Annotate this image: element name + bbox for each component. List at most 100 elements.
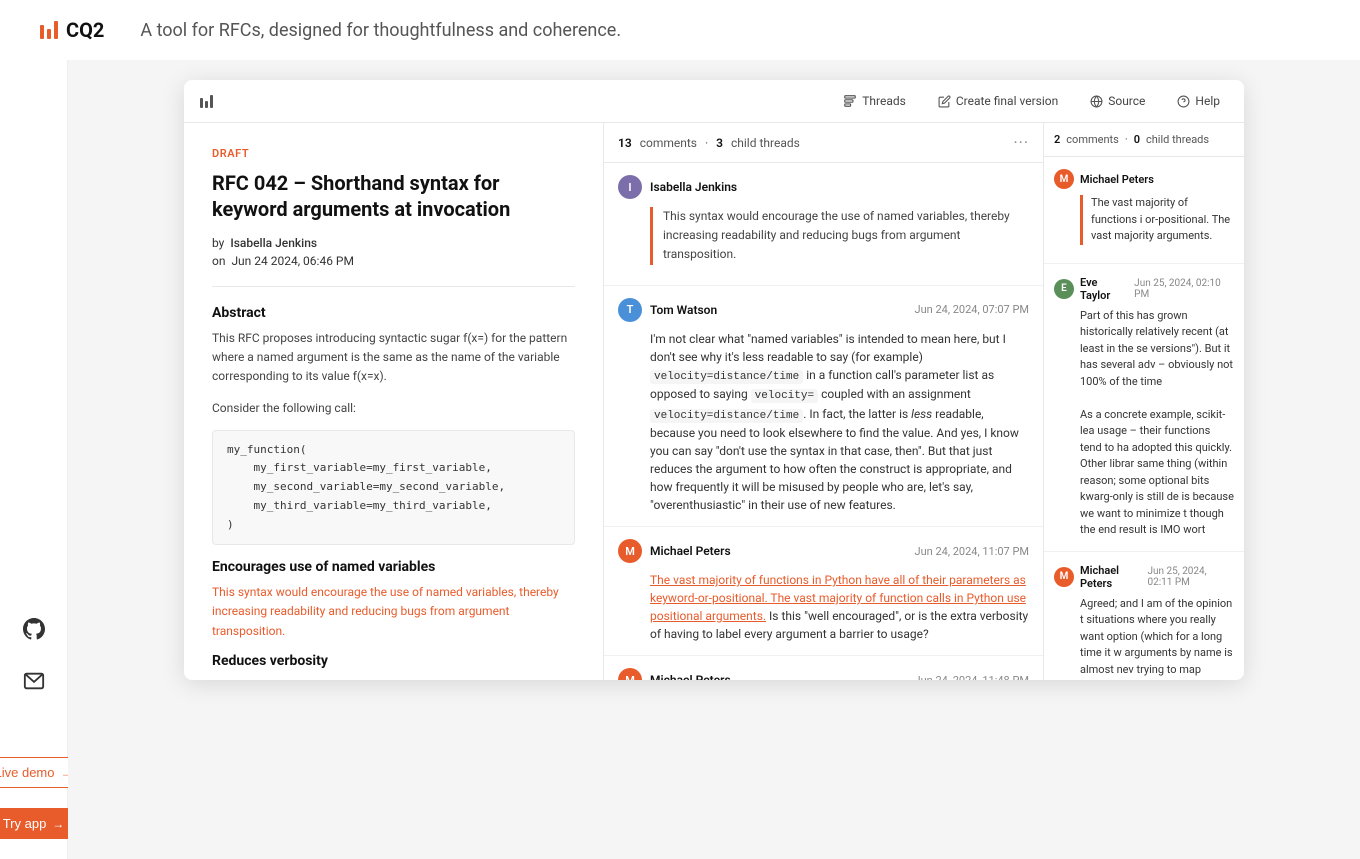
- right-date-eve: Jun 25, 2024, 02:10 PM: [1134, 278, 1234, 300]
- create-final-version-label: Create final version: [956, 94, 1058, 108]
- section2-title: Reduces verbosity: [212, 653, 575, 669]
- threads-icon: [843, 94, 857, 108]
- help-label: Help: [1195, 94, 1220, 108]
- sidebar: Live demo → Try app →: [0, 60, 68, 859]
- comments-more-button[interactable]: ···: [1013, 133, 1029, 152]
- code-inline-3: velocity=distance/time: [650, 409, 803, 423]
- document-author: Isabella Jenkins: [230, 236, 317, 250]
- code-inline-1: velocity=distance/time: [650, 370, 803, 384]
- document-date-meta: on Jun 24 2024, 06:46 PM: [212, 254, 575, 268]
- right-date-michael-2: Jun 25, 2024, 02:11 PM: [1147, 566, 1234, 588]
- source-button[interactable]: Source: [1082, 90, 1153, 112]
- comments-header: 13 comments · 3 child threads ···: [604, 123, 1043, 163]
- right-comment-thread-1: M Michael Peters The vast majority of fu…: [1044, 157, 1244, 264]
- section1-title: Encourages use of named variables: [212, 559, 575, 575]
- right-child-threads-label: child threads: [1146, 133, 1209, 146]
- source-label: Source: [1108, 94, 1145, 108]
- header-tagline: A tool for RFCs, designed for thoughtful…: [140, 20, 621, 41]
- logo-bar-1: [40, 25, 44, 39]
- main-layout: Live demo → Try app →: [0, 60, 1360, 859]
- code-inline-2: velocity=: [751, 389, 818, 403]
- comment-date-michael-1: Jun 24, 2024, 11:07 PM: [915, 545, 1029, 558]
- document-author-meta: by Isabella Jenkins: [212, 236, 575, 250]
- right-avatar-eve: E: [1054, 279, 1074, 299]
- right-comments-label: comments: [1066, 133, 1119, 146]
- create-final-version-button[interactable]: Create final version: [930, 90, 1066, 112]
- comments-label: comments: [640, 136, 697, 150]
- right-comment-body-eve: Part of this has grown historically rela…: [1054, 308, 1234, 539]
- right-author-eve: Eve Taylor: [1080, 276, 1128, 302]
- comment-date-michael-2: Jun 24, 2024, 11:48 PM: [915, 674, 1029, 680]
- avatar-michael-2: M: [618, 668, 642, 680]
- right-comments-count: 2: [1054, 133, 1060, 146]
- child-threads-count: 3: [716, 136, 723, 150]
- try-app-button[interactable]: Try app →: [0, 808, 76, 839]
- code-block: my_function( my_first_variable=my_first_…: [212, 430, 575, 545]
- comment-author-row-4: M Michael Peters Jun 24, 2024, 11:48 PM: [618, 668, 1029, 680]
- logo-bar-2: [47, 29, 51, 39]
- app-body: DRAFT RFC 042 – Shorthand syntax for key…: [184, 123, 1244, 680]
- comment-body-michael-1: The vast majority of functions in Python…: [618, 571, 1029, 643]
- logo-text: CQ2: [66, 18, 104, 42]
- comment-date-tom: Jun 24, 2024, 07:07 PM: [915, 303, 1029, 316]
- logo-bar-3: [54, 21, 58, 39]
- comments-count: 13: [618, 136, 632, 150]
- try-app-label: Try app: [3, 816, 47, 831]
- threads-label: Threads: [862, 94, 906, 108]
- right-comment-body-michael: The vast majority of functions i or-posi…: [1091, 195, 1234, 245]
- right-child-threads-count: 0: [1134, 133, 1140, 146]
- comment-thread-1: I Isabella Jenkins This syntax would enc…: [604, 163, 1043, 286]
- edit-icon: [938, 95, 951, 108]
- help-button[interactable]: Help: [1169, 90, 1228, 112]
- live-demo-label: Live demo: [0, 765, 55, 780]
- on-label: on: [212, 254, 225, 268]
- threads-button[interactable]: Threads: [835, 90, 914, 112]
- github-icon[interactable]: [18, 613, 50, 645]
- app-preview: Threads Create final version Source: [184, 80, 1244, 680]
- comment-author-tom: Tom Watson: [650, 303, 717, 317]
- logo: CQ2: [40, 18, 104, 42]
- abstract-title: Abstract: [212, 305, 575, 321]
- app-logo-bar-3: [210, 95, 213, 108]
- source-icon: [1090, 95, 1103, 108]
- arrow-right-icon-2: →: [52, 817, 64, 831]
- document-date: Jun 24 2024, 06:46 PM: [231, 254, 354, 268]
- comment-author-row-2: T Tom Watson Jun 24, 2024, 07:07 PM: [618, 298, 1029, 322]
- document-pane: DRAFT RFC 042 – Shorthand syntax for key…: [184, 123, 604, 680]
- right-separator: ·: [1125, 133, 1128, 146]
- logo-icon: [40, 21, 58, 39]
- app-logo-bar-1: [200, 98, 203, 108]
- right-author-michael-2: Michael Peters: [1080, 564, 1141, 590]
- avatar-michael-1: M: [618, 539, 642, 563]
- avatar-tom: T: [618, 298, 642, 322]
- draft-badge: DRAFT: [212, 147, 575, 160]
- header: CQ2 A tool for RFCs, designed for though…: [0, 0, 1360, 60]
- right-author-row-1: M Michael Peters: [1054, 169, 1234, 189]
- avatar-isabella: I: [618, 175, 642, 199]
- right-comment-thread-3: M Michael Peters Jun 25, 2024, 02:11 PM …: [1044, 552, 1244, 681]
- abstract-text: This RFC proposes introducing syntactic …: [212, 329, 575, 387]
- right-comment-border-1: The vast majority of functions i or-posi…: [1080, 195, 1234, 245]
- right-avatar-michael: M: [1054, 169, 1074, 189]
- right-author-michael: Michael Peters: [1080, 173, 1154, 186]
- comment-quote-1: This syntax would encourage the use of n…: [650, 207, 1029, 265]
- right-comment-thread-2: E Eve Taylor Jun 25, 2024, 02:10 PM Part…: [1044, 264, 1244, 552]
- right-panel: 2 comments · 0 child threads M Michael P…: [1044, 123, 1244, 680]
- comment-thread-4: M Michael Peters Jun 24, 2024, 11:48 PM …: [604, 656, 1043, 680]
- content-area: Threads Create final version Source: [68, 60, 1360, 859]
- document-title: RFC 042 – Shorthand syntax for keyword a…: [212, 170, 575, 222]
- code-content: my_function( my_first_variable=my_first_…: [227, 441, 560, 534]
- mail-icon[interactable]: [18, 665, 50, 697]
- comment-thread-3: M Michael Peters Jun 24, 2024, 11:07 PM …: [604, 527, 1043, 656]
- quote-text-1: This syntax would encourage the use of n…: [663, 207, 1029, 265]
- comment-thread-2: T Tom Watson Jun 24, 2024, 07:07 PM I'm …: [604, 286, 1043, 528]
- comment-body-tom: I'm not clear what "named variables" is …: [618, 330, 1029, 515]
- comment-author-isabella: Isabella Jenkins: [650, 180, 737, 194]
- app-toolbar: Threads Create final version Source: [184, 80, 1244, 123]
- right-comment-body-michael-2: Agreed; and I am of the opinion t situat…: [1054, 596, 1234, 681]
- app-logo-bar-2: [205, 101, 208, 108]
- right-author-row-2: E Eve Taylor Jun 25, 2024, 02:10 PM: [1054, 276, 1234, 302]
- consider-text: Consider the following call:: [212, 399, 575, 418]
- comments-pane: 13 comments · 3 child threads ··· I Isab…: [604, 123, 1044, 680]
- comment-author-michael-2: Michael Peters: [650, 673, 731, 680]
